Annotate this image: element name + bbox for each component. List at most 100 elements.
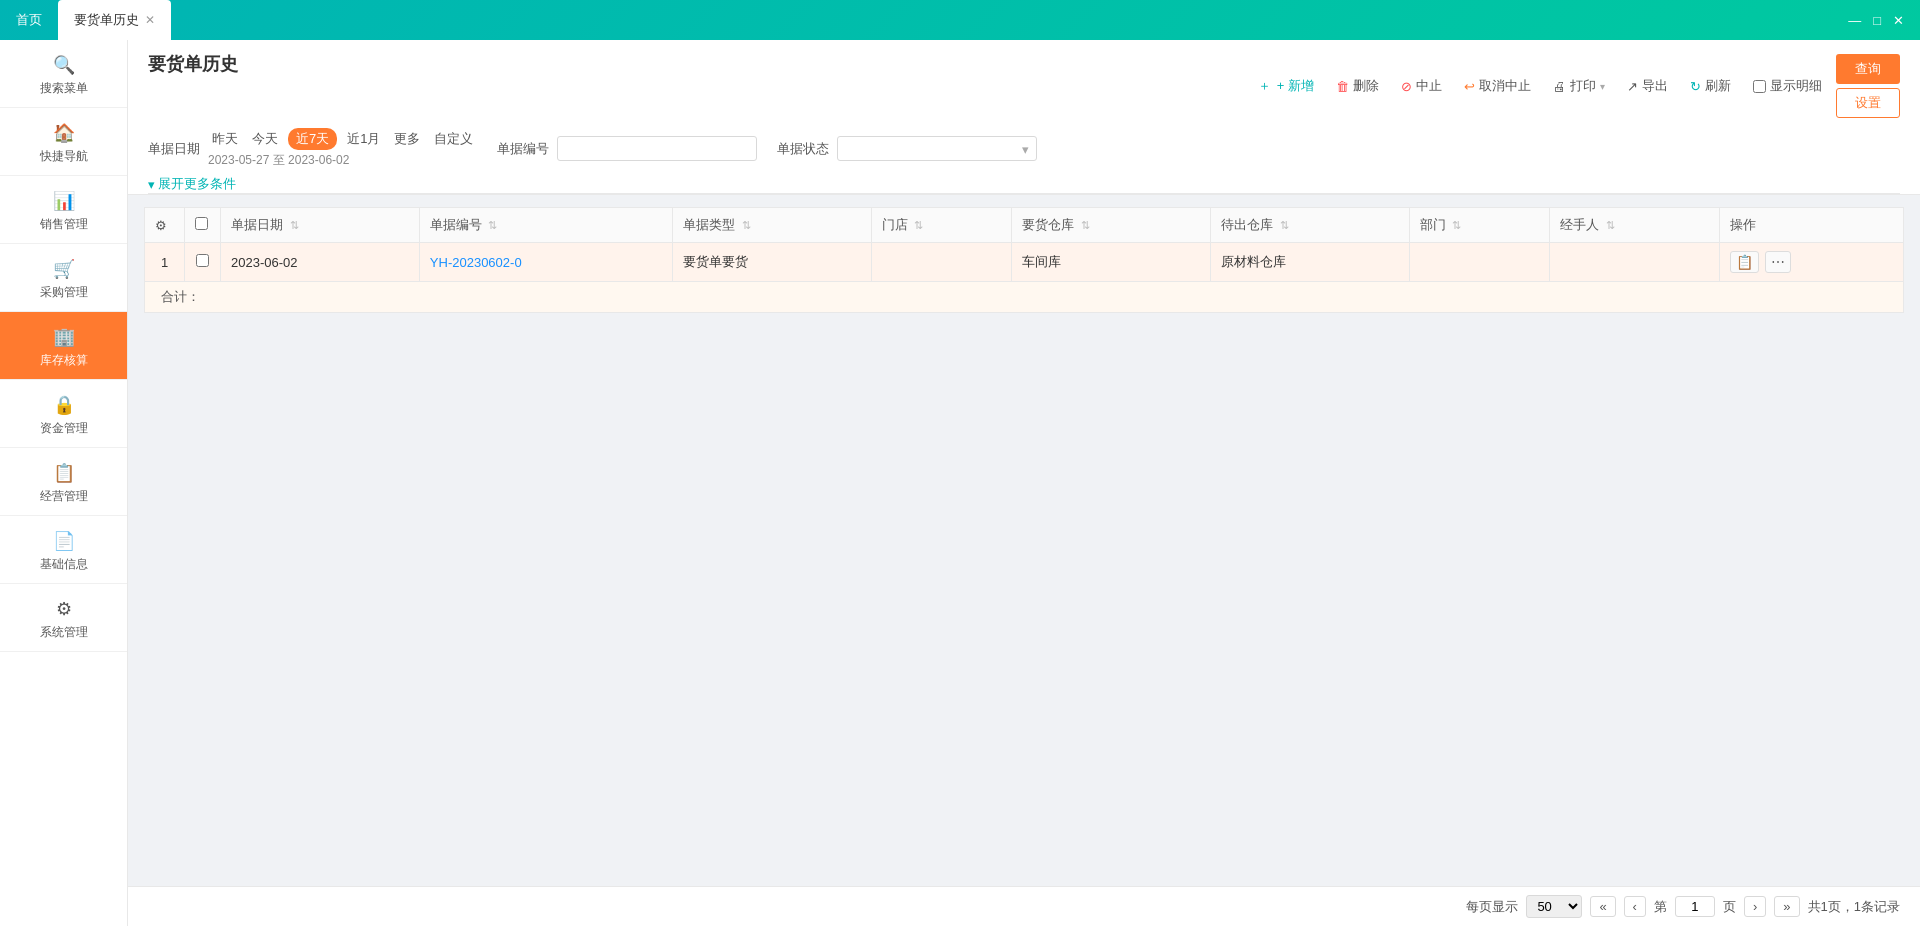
display-detail-check[interactable] [1753, 80, 1766, 93]
th-handler[interactable]: 经手人 ⇅ [1550, 208, 1720, 243]
order-no-input[interactable] [557, 136, 757, 161]
stop-button[interactable]: ⊘ 中止 [1393, 73, 1450, 99]
row-pending-warehouse: 原材料仓库 [1211, 243, 1410, 282]
sidebar-item-sys[interactable]: ⚙ 系统管理 [0, 584, 127, 652]
th-type-label: 单据类型 [683, 217, 735, 232]
shortcut-7days[interactable]: 近7天 [288, 128, 337, 150]
refresh-button[interactable]: ↻ 刷新 [1682, 73, 1739, 99]
sidebar-label-sys: 系统管理 [40, 624, 88, 641]
top-bar: 首页 要货单历史 ✕ — □ ✕ [0, 0, 1920, 40]
tab-bar: 首页 要货单历史 ✕ [0, 0, 1848, 40]
status-select[interactable] [837, 136, 1037, 161]
sidebar-item-inventory[interactable]: 🏢 库存核算 [0, 312, 127, 380]
sidebar-item-sales[interactable]: 📊 销售管理 [0, 176, 127, 244]
th-dept[interactable]: 部门 ⇅ [1409, 208, 1549, 243]
row-type: 要货单要货 [672, 243, 871, 282]
print-icon: 🖨 [1553, 79, 1566, 94]
cancel-stop-icon: ↩ [1464, 79, 1475, 94]
row-checkbox[interactable] [196, 254, 209, 267]
print-button[interactable]: 🖨 打印 ▾ [1545, 73, 1613, 99]
basic-info-icon: 📄 [53, 530, 75, 552]
sidebar-item-purchase[interactable]: 🛒 采购管理 [0, 244, 127, 312]
print-dropdown-icon: ▾ [1600, 81, 1605, 92]
th-action: 操作 [1719, 208, 1903, 243]
finance-icon: 🔒 [53, 394, 75, 416]
expand-more-button[interactable]: ▾ 展开更多条件 [148, 175, 1900, 193]
sidebar-label-quick-nav: 快捷导航 [40, 148, 88, 165]
prev-page-button[interactable]: ‹ [1624, 896, 1646, 917]
th-dept-label: 部门 [1420, 217, 1446, 232]
th-type[interactable]: 单据类型 ⇅ [672, 208, 871, 243]
view-detail-icon[interactable]: 📋 [1730, 251, 1759, 273]
sort-dept-icon: ⇅ [1452, 219, 1461, 231]
main-layout: 🔍 搜索菜单 🏠 快捷导航 📊 销售管理 🛒 采购管理 🏢 库存核算 🔒 资金管… [0, 40, 1920, 926]
query-button[interactable]: 查询 [1836, 54, 1900, 84]
tab-order-history[interactable]: 要货单历史 ✕ [58, 0, 171, 40]
sidebar-item-ops[interactable]: 📋 经营管理 [0, 448, 127, 516]
row-dept [1409, 243, 1549, 282]
sidebar-label-sales: 销售管理 [40, 216, 88, 233]
sidebar-item-quick-nav[interactable]: 🏠 快捷导航 [0, 108, 127, 176]
th-store[interactable]: 门店 ⇅ [871, 208, 1011, 243]
page-size-select[interactable]: 50 10 20 100 [1526, 895, 1582, 918]
page-input-suffix: 页 [1723, 898, 1736, 916]
refresh-icon: ↻ [1690, 79, 1701, 94]
refresh-label: 刷新 [1705, 77, 1731, 95]
close-icon[interactable]: ✕ [1893, 13, 1904, 28]
sidebar-item-search-menu[interactable]: 🔍 搜索菜单 [0, 40, 127, 108]
new-button[interactable]: ＋ + 新增 [1250, 73, 1322, 99]
sidebar-item-finance[interactable]: 🔒 资金管理 [0, 380, 127, 448]
settings-button[interactable]: 设置 [1836, 88, 1900, 118]
order-no-filter-group: 单据编号 [497, 136, 757, 161]
select-all-checkbox[interactable] [195, 217, 208, 230]
quick-nav-icon: 🏠 [53, 122, 75, 144]
table-wrapper: ⚙ 单据日期 ⇅ 单据编号 ⇅ 单据类型 [128, 195, 1920, 886]
th-no[interactable]: 单据编号 ⇅ [419, 208, 672, 243]
row-req-warehouse: 车间库 [1012, 243, 1211, 282]
sidebar-item-basic-info[interactable]: 📄 基础信息 [0, 516, 127, 584]
delete-button[interactable]: 🗑 删除 [1328, 73, 1387, 99]
table-header: ⚙ 单据日期 ⇅ 单据编号 ⇅ 单据类型 [145, 208, 1904, 243]
th-checkbox [185, 208, 221, 243]
sales-icon: 📊 [53, 190, 75, 212]
date-range-display: 2023-05-27 至 2023-06-02 [208, 152, 477, 169]
purchase-icon: 🛒 [53, 258, 75, 280]
total-info: 共1页，1条记录 [1808, 898, 1900, 916]
tab-close-icon[interactable]: ✕ [145, 13, 155, 27]
tab-home[interactable]: 首页 [0, 0, 58, 40]
page-title: 要货单历史 [148, 52, 238, 76]
sidebar-label-basic-info: 基础信息 [40, 556, 88, 573]
pagination-bar: 每页显示 50 10 20 100 « ‹ 第 页 › » 共1页，1条记录 [128, 886, 1920, 926]
current-page-input[interactable] [1675, 896, 1715, 917]
shortcut-yesterday[interactable]: 昨天 [208, 128, 242, 150]
stop-label: 中止 [1416, 77, 1442, 95]
export-button[interactable]: ↗ 导出 [1619, 73, 1676, 99]
display-detail-checkbox[interactable]: 显示明细 [1745, 73, 1830, 99]
date-filter-label: 单据日期 [148, 140, 200, 158]
header-row: ⚙ 单据日期 ⇅ 单据编号 ⇅ 单据类型 [145, 208, 1904, 243]
th-date[interactable]: 单据日期 ⇅ [221, 208, 420, 243]
th-date-label: 单据日期 [231, 217, 283, 232]
shortcut-1month[interactable]: 近1月 [343, 128, 384, 150]
th-settings[interactable]: ⚙ [145, 208, 185, 243]
shortcut-custom[interactable]: 自定义 [430, 128, 477, 150]
shortcut-today[interactable]: 今天 [248, 128, 282, 150]
delete-label: 删除 [1353, 77, 1379, 95]
tab-home-label: 首页 [16, 11, 42, 29]
maximize-icon[interactable]: □ [1873, 13, 1881, 28]
row-no[interactable]: YH-20230602-0 [419, 243, 672, 282]
data-table: ⚙ 单据日期 ⇅ 单据编号 ⇅ 单据类型 [144, 207, 1904, 282]
more-actions-icon[interactable]: ⋯ [1765, 251, 1791, 273]
shortcut-more[interactable]: 更多 [390, 128, 424, 150]
expand-icon: ▾ [148, 177, 155, 192]
last-page-button[interactable]: » [1774, 896, 1799, 917]
next-page-button[interactable]: › [1744, 896, 1766, 917]
cancel-stop-button[interactable]: ↩ 取消中止 [1456, 73, 1539, 99]
minimize-icon[interactable]: — [1848, 13, 1861, 28]
filter-row: 单据日期 昨天 今天 近7天 近1月 更多 自定义 2023-05-27 至 2… [148, 128, 1900, 169]
th-req-warehouse[interactable]: 要货仓库 ⇅ [1012, 208, 1211, 243]
first-page-button[interactable]: « [1590, 896, 1615, 917]
th-pending-warehouse[interactable]: 待出仓库 ⇅ [1211, 208, 1410, 243]
search-menu-icon: 🔍 [53, 54, 75, 76]
sort-type-icon: ⇅ [742, 219, 751, 231]
